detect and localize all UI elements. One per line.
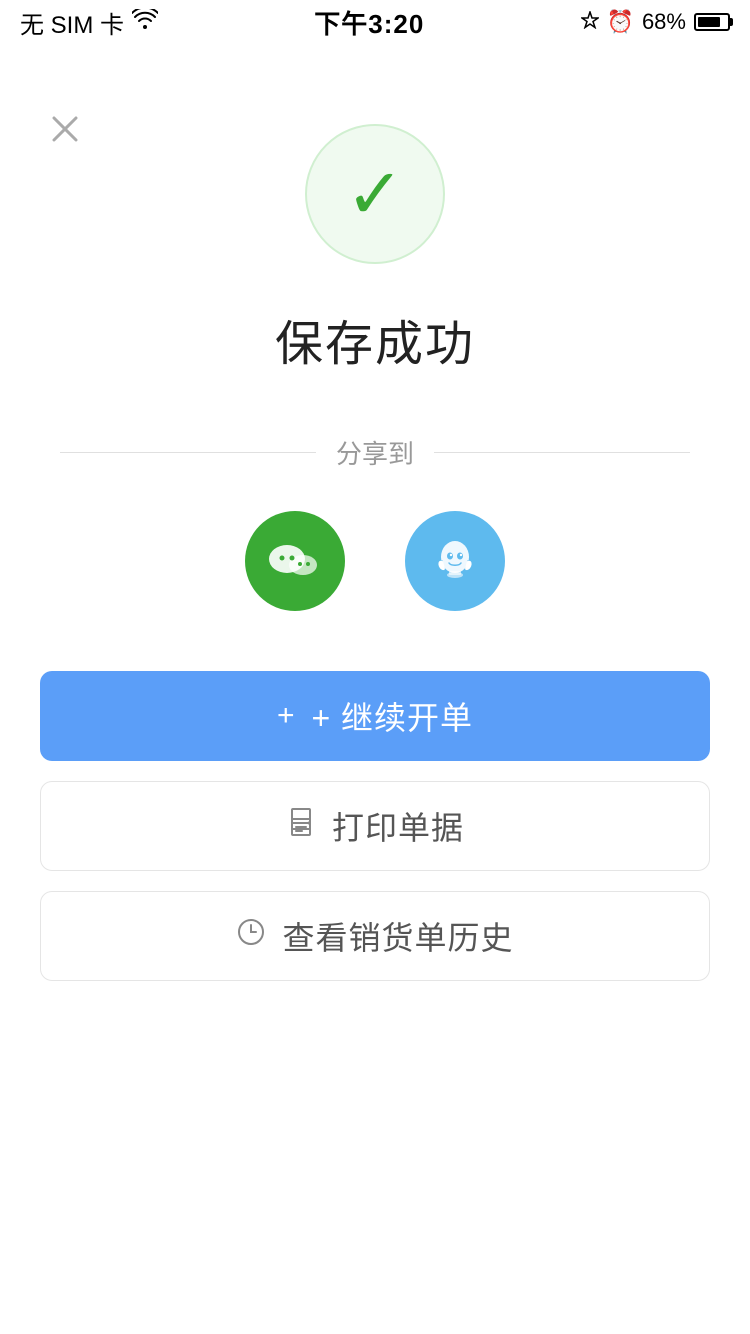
qq-share-button[interactable]: [405, 511, 505, 611]
share-section: 分享到: [0, 434, 750, 611]
battery-icon: [694, 13, 730, 31]
close-icon: [50, 114, 80, 144]
view-history-label: 查看销货单历史: [282, 913, 513, 959]
close-button[interactable]: [40, 104, 90, 154]
carrier-label: 无 SIM 卡: [20, 5, 124, 40]
share-label: 分享到: [336, 434, 414, 471]
success-title: 保存成功: [275, 304, 475, 374]
continue-order-button[interactable]: + + 继续开单: [40, 671, 710, 761]
divider-line-left: [60, 452, 316, 453]
battery-percent: 68%: [642, 9, 686, 35]
wifi-icon: [132, 8, 158, 36]
success-circle: ✓: [305, 124, 445, 264]
qq-logo: [425, 531, 485, 591]
continue-order-label: + 继续开单: [311, 693, 473, 739]
main-content: ✓ 保存成功 分享到: [0, 44, 750, 1334]
divider-line-right: [434, 452, 690, 453]
print-button[interactable]: 打印单据: [40, 781, 710, 871]
battery-info: ⏰ 68%: [581, 9, 730, 35]
carrier-info: 无 SIM 卡: [20, 5, 158, 40]
checkmark-icon: ✓: [346, 159, 405, 229]
action-buttons: + + 继续开单 打印单据: [0, 671, 750, 981]
location-icon: [581, 9, 599, 35]
wechat-logo: [265, 531, 325, 591]
history-icon: [236, 917, 266, 955]
alarm-icon: ⏰: [607, 9, 634, 35]
view-history-button[interactable]: 查看销货单历史: [40, 891, 710, 981]
print-label: 打印单据: [332, 803, 464, 849]
wechat-share-button[interactable]: [245, 511, 345, 611]
plus-icon: +: [277, 699, 296, 733]
time-display: 下午3:20: [314, 4, 424, 41]
printer-icon: [286, 807, 316, 845]
status-bar: 无 SIM 卡 下午3:20 ⏰ 68%: [0, 0, 750, 44]
share-icons-row: [245, 511, 505, 611]
share-divider: 分享到: [0, 434, 750, 471]
